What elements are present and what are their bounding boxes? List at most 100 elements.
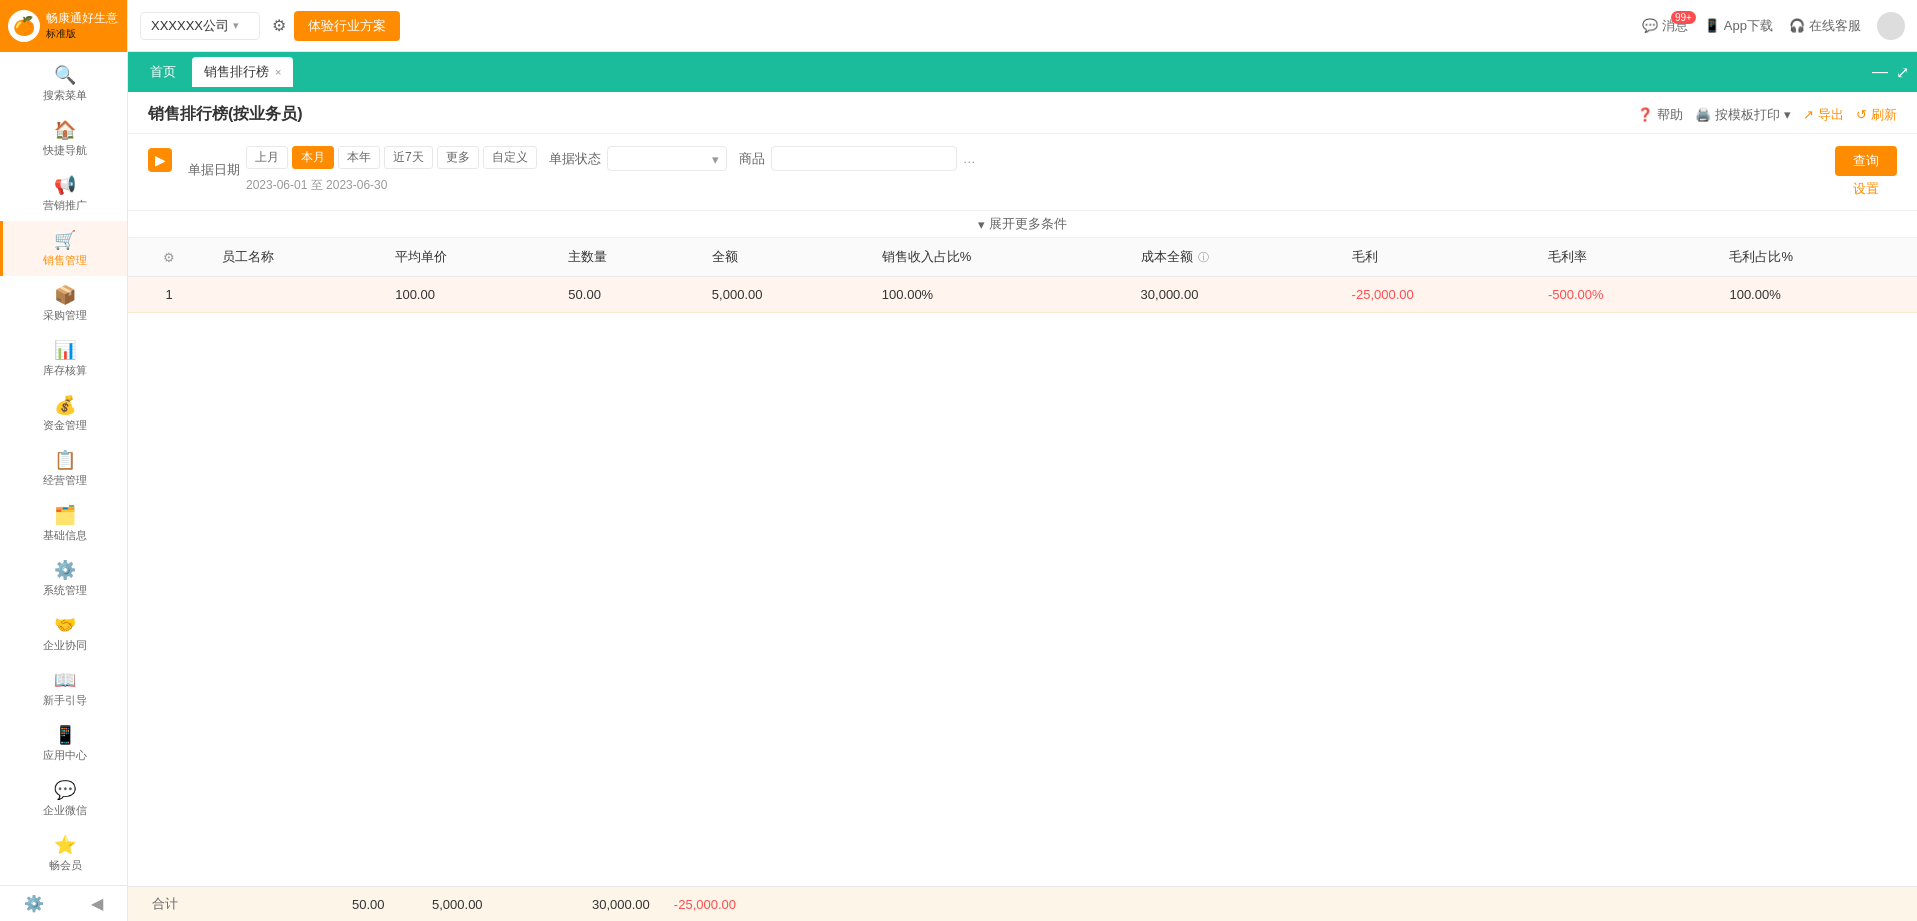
sidebar-collapse-icon[interactable]: ◀ <box>91 894 103 913</box>
company-selector[interactable]: XXXXXX公司 ▾ <box>140 12 260 40</box>
export-button[interactable]: ↗ 导出 <box>1803 106 1844 124</box>
print-chevron-icon: ▾ <box>1784 107 1791 122</box>
export-label: 导出 <box>1818 106 1844 124</box>
sidebar-item-inventory[interactable]: 📊 库存核算 <box>0 331 127 386</box>
sidebar-item-marketing_promo[interactable]: 📢 营销推广 <box>0 166 127 221</box>
status-filter-label: 单据状态 <box>549 150 601 168</box>
table-footer: 合计 50.00 5,000.00 30,000.00 -25,000.00 <box>128 886 1917 921</box>
refresh-button[interactable]: ↺ 刷新 <box>1856 106 1897 124</box>
filter-bar: ▶ 单据日期 上月 本月 本年 近7天 更多 自定义 <box>128 134 1917 211</box>
sidebar-settings-icon[interactable]: ⚙️ <box>24 894 44 913</box>
sidebar-icon-search: 🔍 <box>54 64 76 86</box>
sidebar-label-sales: 销售管理 <box>43 253 87 268</box>
cost-info-icon[interactable]: ⓘ <box>1198 251 1209 263</box>
sidebar-item-finance[interactable]: 💰 资金管理 <box>0 386 127 441</box>
export-icon: ↗ <box>1803 107 1814 122</box>
sidebar-icon-member: ⭐ <box>54 834 76 856</box>
date-btn-more[interactable]: 更多 <box>437 146 479 169</box>
col-rank: ⚙ <box>128 238 210 277</box>
user-avatar[interactable] <box>1877 12 1905 40</box>
tab-home[interactable]: 首页 <box>136 57 190 87</box>
status-filter-field: 单据状态 <box>549 146 727 171</box>
sidebar-label-quick: 快捷导航 <box>43 143 87 158</box>
app-download-button[interactable]: 📱 App下载 <box>1704 17 1773 35</box>
sidebar-item-search[interactable]: 🔍 搜索菜单 <box>0 56 127 111</box>
header-settings-icon[interactable]: ⚙ <box>272 16 286 35</box>
page-actions: ❓ 帮助 🖨️ 按模板打印 ▾ ↗ 导出 ↺ 刷新 <box>1637 106 1897 124</box>
date-btn-this-year[interactable]: 本年 <box>338 146 380 169</box>
cell-sales-pct: 100.00% <box>870 277 1129 313</box>
cell-rank: 1 <box>128 277 210 313</box>
sidebar-icon-inventory: 📊 <box>54 339 76 361</box>
date-btn-this-month[interactable]: 本月 <box>292 146 334 169</box>
status-select-wrap <box>607 146 727 171</box>
expand-more-bar[interactable]: ▾ 展开更多条件 <box>128 211 1917 238</box>
sidebar-item-quick[interactable]: 🏠 快捷导航 <box>0 111 127 166</box>
status-select[interactable] <box>607 146 727 171</box>
date-btn-custom[interactable]: 自定义 <box>483 146 537 169</box>
footer-amount: 5,000.00 <box>420 897 500 912</box>
filter-action: 查询 设置 <box>1835 146 1897 198</box>
message-button[interactable]: 💬 消息 99+ <box>1642 17 1688 35</box>
cell-qty: 50.00 <box>556 277 700 313</box>
sidebar-item-system[interactable]: ⚙️ 系统管理 <box>0 551 127 606</box>
refresh-icon: ↺ <box>1856 107 1867 122</box>
message-badge: 99+ <box>1671 11 1696 24</box>
sidebar-label-member: 畅会员 <box>49 858 82 873</box>
sidebar-label-app_center: 应用中心 <box>43 748 87 763</box>
print-button[interactable]: 🖨️ 按模板打印 ▾ <box>1695 106 1791 124</box>
trial-button[interactable]: 体验行业方案 <box>294 11 400 41</box>
col-qty: 主数量 <box>556 238 700 277</box>
rank-settings-icon[interactable]: ⚙ <box>163 250 175 265</box>
service-icon: 🎧 <box>1789 18 1805 33</box>
sidebar-label-marketing_promo: 营销推广 <box>43 198 87 213</box>
help-button[interactable]: ❓ 帮助 <box>1637 106 1683 124</box>
goods-input[interactable] <box>771 146 957 171</box>
sidebar-item-operations[interactable]: 📋 经营管理 <box>0 441 127 496</box>
app-icon: 📱 <box>1704 18 1720 33</box>
sidebar-label-system: 系统管理 <box>43 583 87 598</box>
date-btn-last-month[interactable]: 上月 <box>246 146 288 169</box>
sidebar: 🍊 畅康通好生意 标准版 🔍 搜索菜单 🏠 快捷导航 📢 营销推广 🛒 销售管理… <box>0 0 128 921</box>
col-amount: 全额 <box>700 238 870 277</box>
sidebar-item-member[interactable]: ⭐ 畅会员 <box>0 826 127 881</box>
sidebar-label-wechat: 企业微信 <box>43 803 87 818</box>
col-cost: 成本全额 ⓘ <box>1129 238 1340 277</box>
cell-cost: 30,000.00 <box>1129 277 1340 313</box>
sidebar-item-sales[interactable]: 🛒 销售管理 <box>0 221 127 276</box>
sidebar-icon-enterprise: 🤝 <box>54 614 76 636</box>
tab-bar: 首页 销售排行榜 × — ⤢ <box>128 52 1917 92</box>
help-label: 帮助 <box>1657 106 1683 124</box>
date-range-text: 2023-06-01 至 2023-06-30 <box>246 177 537 194</box>
tab-close-icon[interactable]: × <box>275 66 281 78</box>
sidebar-item-guide[interactable]: 📖 新手引导 <box>0 661 127 716</box>
online-service-button[interactable]: 🎧 在线客服 <box>1789 17 1861 35</box>
company-chevron-icon: ▾ <box>233 19 239 32</box>
query-button[interactable]: 查询 <box>1835 146 1897 176</box>
tab-maximize-icon[interactable]: ⤢ <box>1896 63 1909 82</box>
sidebar-item-wechat[interactable]: 💬 企业微信 <box>0 771 127 826</box>
print-label: 按模板打印 <box>1715 106 1780 124</box>
refresh-label: 刷新 <box>1871 106 1897 124</box>
filter-settings-link[interactable]: 设置 <box>1835 180 1897 198</box>
sidebar-item-enterprise[interactable]: 🤝 企业协同 <box>0 606 127 661</box>
sidebar-icon-system: ⚙️ <box>54 559 76 581</box>
tab-minimize-icon[interactable]: — <box>1872 63 1888 81</box>
tab-sales-ranking[interactable]: 销售排行榜 × <box>192 57 293 87</box>
sidebar-icon-operations: 📋 <box>54 449 76 471</box>
page-header: 销售排行榜(按业务员) ❓ 帮助 🖨️ 按模板打印 ▾ ↗ 导出 <box>128 92 1917 134</box>
sidebar-label-search: 搜索菜单 <box>43 88 87 103</box>
cell-name <box>210 277 383 313</box>
sidebar-item-app_center[interactable]: 📱 应用中心 <box>0 716 127 771</box>
more-filter-icon[interactable]: … <box>963 151 976 166</box>
cell-gross-pct: 100.00% <box>1717 277 1917 313</box>
filter-toggle-button[interactable]: ▶ <box>148 148 172 172</box>
sidebar-icon-wechat: 💬 <box>54 779 76 801</box>
logo-text: 畅康通好生意 标准版 <box>46 11 118 41</box>
date-btn-7days[interactable]: 近7天 <box>384 146 433 169</box>
data-table: ⚙ 员工名称 平均单价 主数量 全额 销售收入占比% 成本全额 ⓘ 毛利 <box>128 238 1917 313</box>
help-icon: ❓ <box>1637 107 1653 122</box>
col-gross-pct: 毛利占比% <box>1717 238 1917 277</box>
sidebar-item-base[interactable]: 🗂️ 基础信息 <box>0 496 127 551</box>
sidebar-item-purchase[interactable]: 📦 采购管理 <box>0 276 127 331</box>
